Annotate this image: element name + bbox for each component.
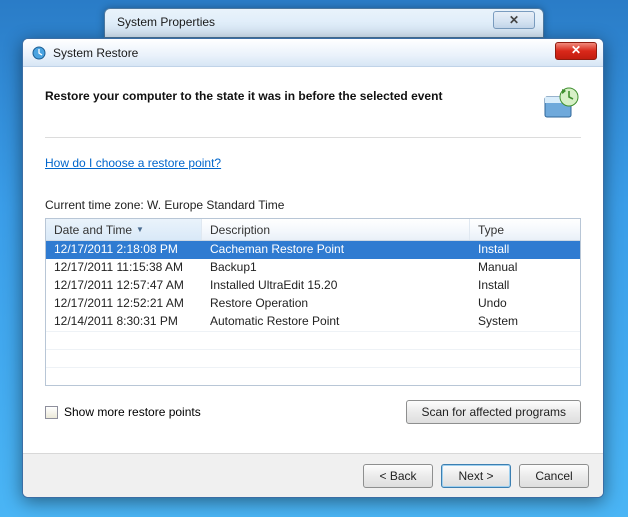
cell-type: Undo [470, 295, 580, 313]
system-restore-icon [31, 45, 47, 61]
cell-datetime: 12/17/2011 2:18:08 PM [46, 241, 202, 259]
cell-datetime: 12/17/2011 12:52:21 AM [46, 295, 202, 313]
titlebar: System Restore ✕ [23, 39, 603, 67]
table-row[interactable]: 12/17/2011 11:15:38 AMBackup1Manual [46, 259, 580, 277]
content-area: Restore your computer to the state it wa… [23, 67, 603, 424]
sort-desc-icon: ▼ [136, 225, 144, 234]
wizard-footer: < Back Next > Cancel [23, 453, 603, 497]
cell-description: Installed UltraEdit 15.20 [202, 277, 470, 295]
cell-description: Cacheman Restore Point [202, 241, 470, 259]
column-header-type[interactable]: Type [470, 219, 580, 240]
table-body: 12/17/2011 2:18:08 PMCacheman Restore Po… [46, 241, 580, 385]
table-row[interactable]: 12/17/2011 12:52:21 AMRestore OperationU… [46, 295, 580, 313]
next-button[interactable]: Next > [441, 464, 511, 488]
close-button[interactable]: ✕ [555, 42, 597, 60]
column-header-type-label: Type [478, 223, 504, 237]
scan-affected-button[interactable]: Scan for affected programs [406, 400, 581, 424]
cell-description: Backup1 [202, 259, 470, 277]
column-header-description-label: Description [210, 223, 270, 237]
system-properties-window: System Properties ✕ [104, 8, 544, 38]
cell-type: System [470, 313, 580, 331]
table-row[interactable]: 12/14/2011 8:30:31 PMAutomatic Restore P… [46, 313, 580, 331]
restore-hero-icon [537, 83, 581, 127]
back-button[interactable]: < Back [363, 464, 433, 488]
cell-description: Automatic Restore Point [202, 313, 470, 331]
cell-description: Restore Operation [202, 295, 470, 313]
table-row-empty [46, 331, 580, 349]
show-more-label: Show more restore points [64, 405, 201, 419]
timezone-label: Current time zone: W. Europe Standard Ti… [45, 198, 581, 212]
cell-datetime: 12/14/2011 8:30:31 PM [46, 313, 202, 331]
cell-type: Install [470, 241, 580, 259]
system-restore-window: System Restore ✕ Restore your computer t… [22, 38, 604, 498]
page-heading: Restore your computer to the state it wa… [45, 83, 525, 103]
help-link[interactable]: How do I choose a restore point? [45, 156, 221, 170]
table-row[interactable]: 12/17/2011 2:18:08 PMCacheman Restore Po… [46, 241, 580, 259]
system-properties-title: System Properties [105, 9, 543, 35]
cell-type: Install [470, 277, 580, 295]
cancel-button[interactable]: Cancel [519, 464, 589, 488]
cell-type: Manual [470, 259, 580, 277]
table-row-empty [46, 367, 580, 385]
cell-datetime: 12/17/2011 11:15:38 AM [46, 259, 202, 277]
divider [45, 137, 581, 138]
column-header-datetime[interactable]: Date and Time ▼ [46, 219, 202, 240]
system-properties-close-button[interactable]: ✕ [493, 11, 535, 29]
checkbox-box [45, 406, 58, 419]
restore-points-table: Date and Time ▼ Description Type 12/17/2… [45, 218, 581, 386]
cell-datetime: 12/17/2011 12:57:47 AM [46, 277, 202, 295]
table-row[interactable]: 12/17/2011 12:57:47 AMInstalled UltraEdi… [46, 277, 580, 295]
table-row-empty [46, 349, 580, 367]
column-header-datetime-label: Date and Time [54, 223, 132, 237]
window-title: System Restore [53, 46, 138, 60]
show-more-checkbox[interactable]: Show more restore points [45, 405, 201, 419]
column-header-description[interactable]: Description [202, 219, 470, 240]
table-header: Date and Time ▼ Description Type [46, 219, 580, 241]
